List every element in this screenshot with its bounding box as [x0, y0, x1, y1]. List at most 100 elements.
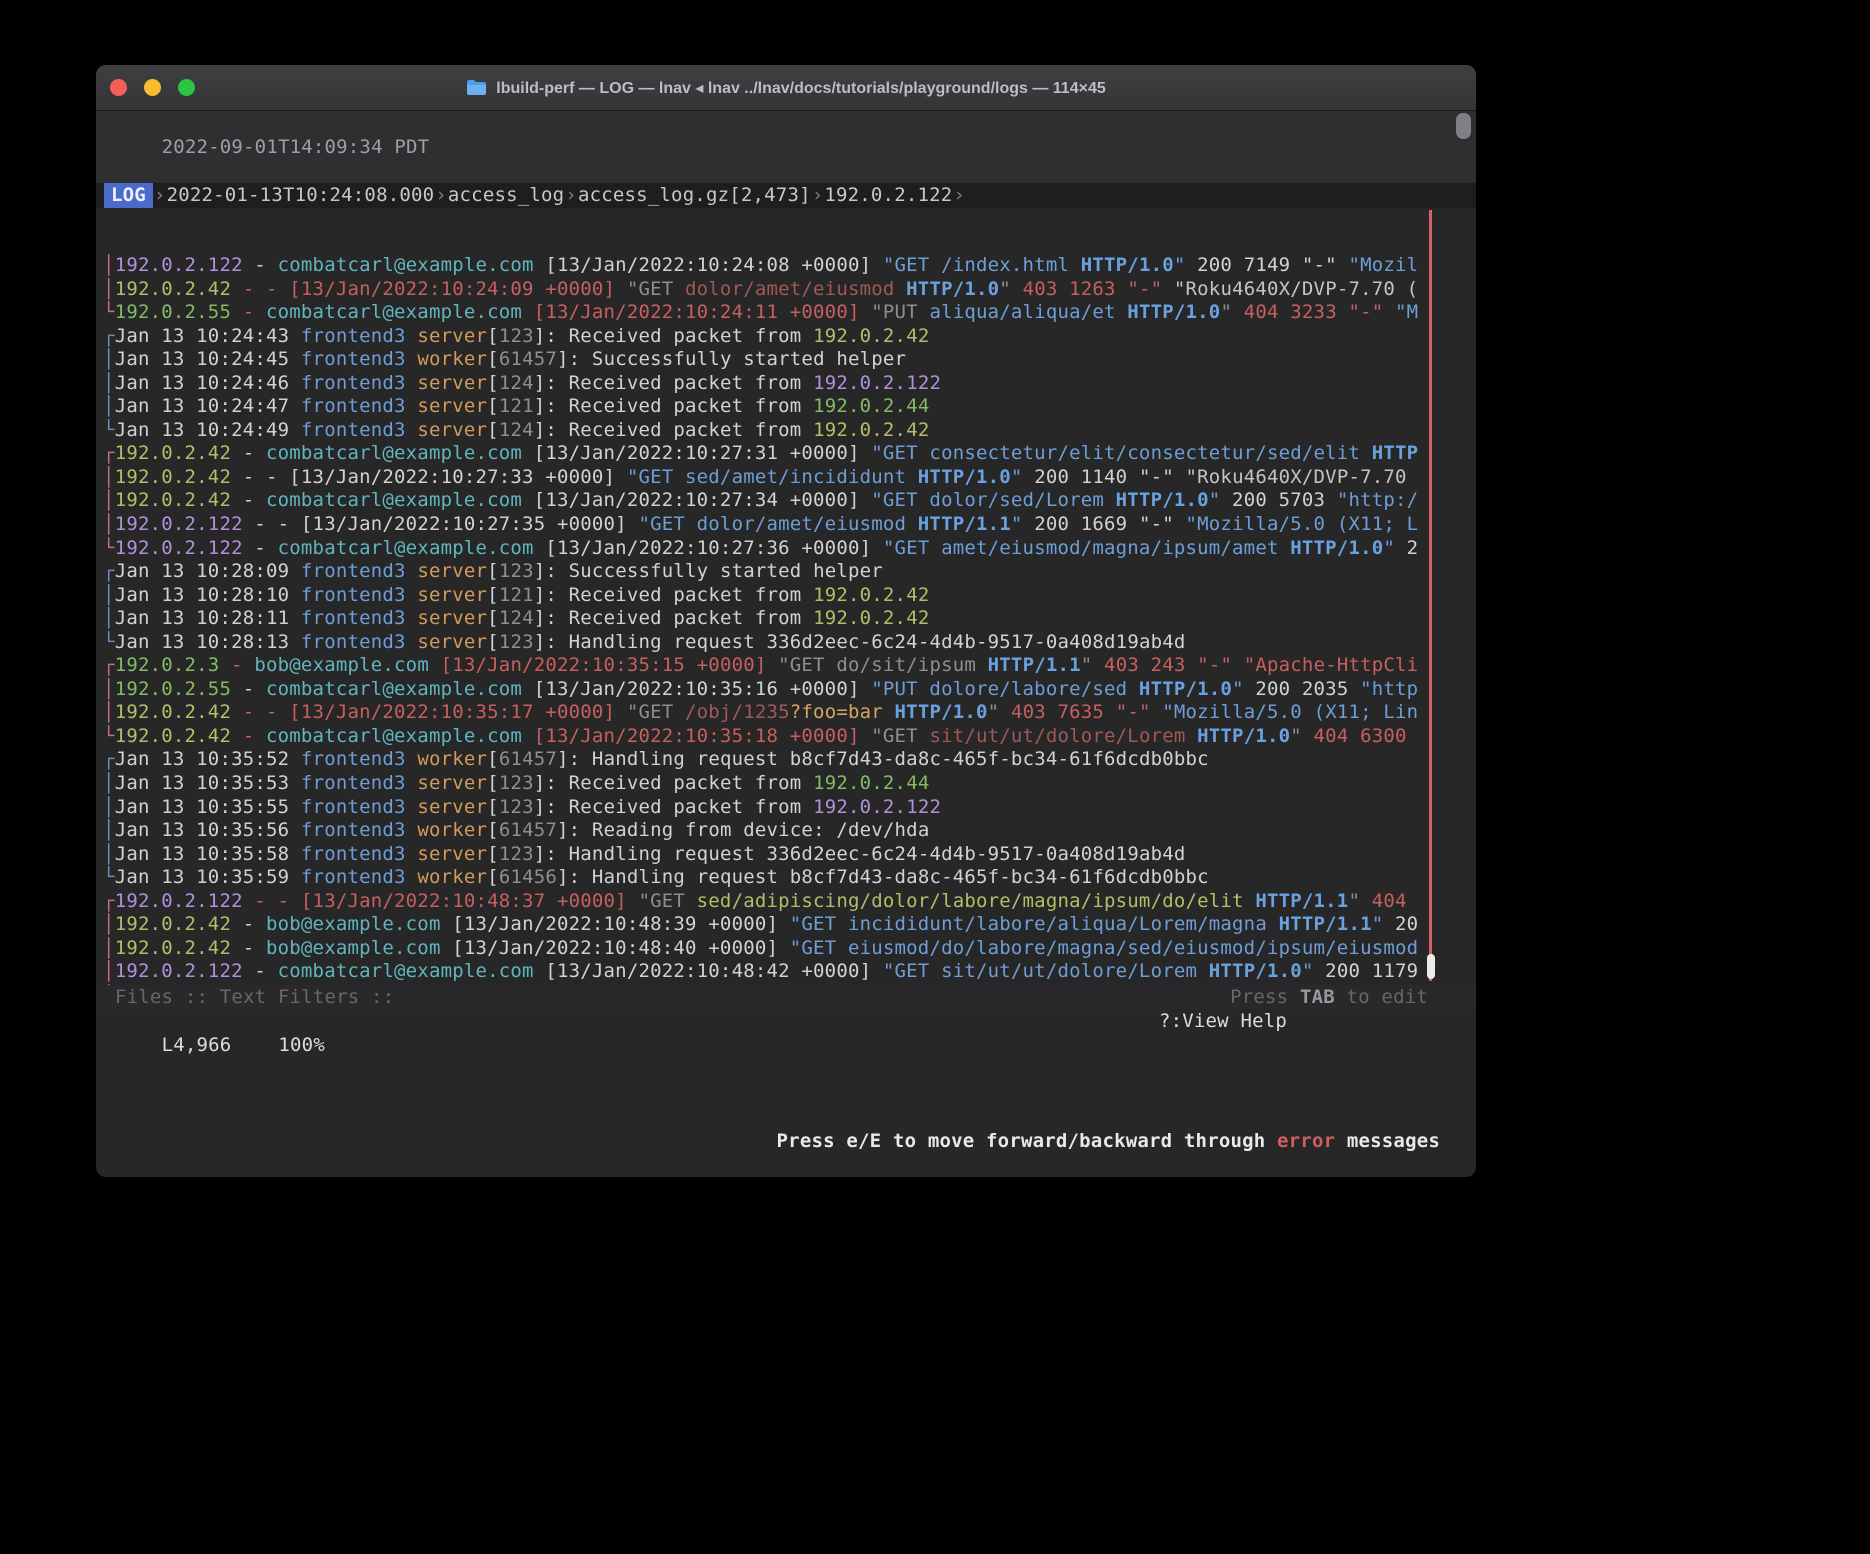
log-line[interactable]: ┌Jan 13 10:28:09 frontend3 server[123]: …	[96, 560, 1476, 584]
file-group-marker: └	[103, 537, 115, 561]
log-line[interactable]: └192.0.2.42 - combatcarl@example.com [13…	[96, 725, 1476, 749]
scrollbar-thumb[interactable]	[1427, 954, 1435, 979]
log-line[interactable]: │192.0.2.42 - bob@example.com [13/Jan/20…	[96, 913, 1476, 937]
close-button[interactable]	[110, 79, 127, 96]
log-segment: 200 7149 "-"	[1186, 254, 1349, 276]
log-segment: ]: Received packet from	[534, 325, 813, 347]
log-segment: [	[487, 584, 499, 606]
window-titlebar[interactable]: lbuild-perf — LOG — lnav ◂ lnav ../lnav/…	[96, 65, 1476, 111]
log-segment: [13/Jan/2022:10:48:37 +0000]	[301, 890, 639, 912]
log-line[interactable]: │Jan 13 10:35:55 frontend3 server[123]: …	[96, 796, 1476, 820]
log-segment: 200 2035	[1244, 678, 1360, 700]
log-segment: server	[417, 560, 487, 582]
log-segment: "GET	[627, 701, 685, 723]
zoom-button[interactable]	[178, 79, 195, 96]
file-group-marker: │	[103, 607, 115, 631]
log-segment: frontend3	[301, 819, 406, 841]
window-title: lbuild-perf — LOG — lnav ◂ lnav ../lnav/…	[466, 78, 1106, 98]
log-line[interactable]: │Jan 13 10:24:47 frontend3 server[121]: …	[96, 395, 1476, 419]
log-line[interactable]: │192.0.2.42 - - [13/Jan/2022:10:24:09 +0…	[96, 278, 1476, 302]
log-segment: 123	[499, 325, 534, 347]
log-line[interactable]: │Jan 13 10:35:53 frontend3 server[123]: …	[96, 772, 1476, 796]
log-line[interactable]: │192.0.2.122 - combatcarl@example.com [1…	[96, 254, 1476, 278]
log-line[interactable]: │Jan 13 10:24:46 frontend3 server[124]: …	[96, 372, 1476, 396]
log-segment: -	[231, 913, 266, 935]
log-segment: 192.0.2.42	[115, 278, 231, 300]
log-line[interactable]: │192.0.2.42 - bob@example.com [13/Jan/20…	[96, 937, 1476, 961]
scroll-percent: 100%	[278, 1034, 325, 1056]
log-segment: [13/Jan/2022:10:27:36 +0000]	[534, 537, 883, 559]
log-segment: [13/Jan/2022:10:48:39 +0000]	[441, 913, 790, 935]
log-segment: HTTP/1.0	[1279, 537, 1384, 559]
breadcrumb-item[interactable]: 2022-01-13T10:24:08.000	[167, 184, 435, 206]
log-line[interactable]: │192.0.2.122 - combatcarl@example.com [1…	[96, 960, 1476, 984]
log-line[interactable]: │192.0.2.122 - - [13/Jan/2022:10:27:35 +…	[96, 513, 1476, 537]
filter-panels-label[interactable]: Files :: Text Filters ::	[115, 985, 394, 1009]
log-segment: "PUT	[871, 301, 929, 323]
log-segment: "Mozilla/5.0 (X11; Lin	[1162, 701, 1418, 723]
log-segment: -	[231, 301, 266, 323]
log-line[interactable]: │192.0.2.42 - - [13/Jan/2022:10:27:33 +0…	[96, 466, 1476, 490]
log-line[interactable]: ┌192.0.2.122 - - [13/Jan/2022:10:48:37 +…	[96, 890, 1476, 914]
log-segment: "GET sit/ut/ut/dolore/Lorem	[883, 960, 1197, 982]
log-segment	[406, 395, 418, 417]
log-line[interactable]: │192.0.2.42 - combatcarl@example.com [13…	[96, 984, 1476, 985]
file-group-marker: │	[103, 701, 115, 725]
log-line[interactable]: │192.0.2.42 - - [13/Jan/2022:10:35:17 +0…	[96, 701, 1476, 725]
log-line[interactable]: ┌Jan 13 10:35:52 frontend3 worker[61457]…	[96, 748, 1476, 772]
log-segment: combatcarl@example.com	[266, 442, 522, 464]
file-group-marker: └	[103, 631, 115, 655]
log-segment: 192.0.2.42	[813, 584, 929, 606]
log-view[interactable]: │192.0.2.122 - combatcarl@example.com [1…	[96, 208, 1476, 985]
terminal-scrollbar-thumb[interactable]	[1456, 113, 1471, 139]
log-line[interactable]: │192.0.2.42 - combatcarl@example.com [13…	[96, 489, 1476, 513]
log-line[interactable]: └Jan 13 10:35:59 frontend3 worker[61456]…	[96, 866, 1476, 890]
log-segment: "Mozil	[1348, 254, 1418, 276]
log-segment: [13/Jan/2022:10:35:15 +0000]	[429, 654, 778, 676]
log-segment: HTTP/1.0	[1116, 301, 1221, 323]
breadcrumb-item[interactable]: 192.0.2.122	[824, 184, 952, 206]
log-line[interactable]: │Jan 13 10:24:45 frontend3 worker[61457]…	[96, 348, 1476, 372]
log-segment: /obj/1235	[685, 701, 790, 723]
log-line[interactable]: └192.0.2.122 - combatcarl@example.com [1…	[96, 537, 1476, 561]
log-line[interactable]: ┌Jan 13 10:24:43 frontend3 server[123]: …	[96, 325, 1476, 349]
log-segment: - -	[243, 890, 301, 912]
log-segment: HTTP/1.0	[1127, 678, 1232, 700]
log-segment: Jan 13 10:28:10	[115, 584, 301, 606]
log-line[interactable]: └Jan 13 10:28:13 frontend3 server[123]: …	[96, 631, 1476, 655]
log-line[interactable]: │Jan 13 10:35:56 frontend3 worker[61457]…	[96, 819, 1476, 843]
log-line[interactable]: │192.0.2.55 - combatcarl@example.com [13…	[96, 678, 1476, 702]
log-segment: [	[487, 819, 499, 841]
log-line[interactable]: ┌192.0.2.3 - bob@example.com [13/Jan/202…	[96, 654, 1476, 678]
minimize-button[interactable]	[144, 79, 161, 96]
file-group-marker: └	[103, 725, 115, 749]
log-segment: "	[1209, 489, 1221, 511]
log-line[interactable]: │Jan 13 10:28:10 frontend3 server[121]: …	[96, 584, 1476, 608]
log-line[interactable]: └192.0.2.55 - combatcarl@example.com [13…	[96, 301, 1476, 325]
breadcrumb-item[interactable]: access_log.gz[2,473]	[578, 184, 811, 206]
log-segment: "	[1220, 301, 1232, 323]
log-line[interactable]: │Jan 13 10:28:11 frontend3 server[124]: …	[96, 607, 1476, 631]
message-bar: Press e/E to move forward/backward throu…	[96, 1105, 1476, 1177]
breadcrumb-item[interactable]: access_log	[448, 184, 564, 206]
log-segment: Jan 13 10:35:58	[115, 843, 301, 865]
log-segment: [	[487, 419, 499, 441]
log-segment: Jan 13 10:35:59	[115, 866, 301, 888]
help-hint[interactable]: ?:View Help	[1159, 1009, 1287, 1033]
log-segment: server	[417, 796, 487, 818]
log-line[interactable]: │Jan 13 10:35:58 frontend3 server[123]: …	[96, 843, 1476, 867]
log-segment: "	[1011, 466, 1023, 488]
log-segment: "GET sed/amet/incididunt	[627, 466, 906, 488]
log-segment: [13/Jan/2022:10:24:11 +0000]	[522, 301, 871, 323]
log-line[interactable]: └Jan 13 10:24:49 frontend3 server[124]: …	[96, 419, 1476, 443]
log-segment: 192.0.2.3	[115, 654, 220, 676]
log-segment: "GET /index.html	[883, 254, 1069, 276]
log-segment: ]: Received packet from	[534, 607, 813, 629]
log-segment: HTTP	[1360, 442, 1418, 464]
log-segment	[406, 419, 418, 441]
log-line[interactable]: ┌192.0.2.42 - combatcarl@example.com [13…	[96, 442, 1476, 466]
breadcrumb-items: ›2022-01-13T10:24:08.000›access_log›acce…	[153, 183, 966, 208]
log-segment	[406, 796, 418, 818]
log-segment: server	[417, 584, 487, 606]
mode-chip[interactable]: LOG	[104, 183, 153, 208]
